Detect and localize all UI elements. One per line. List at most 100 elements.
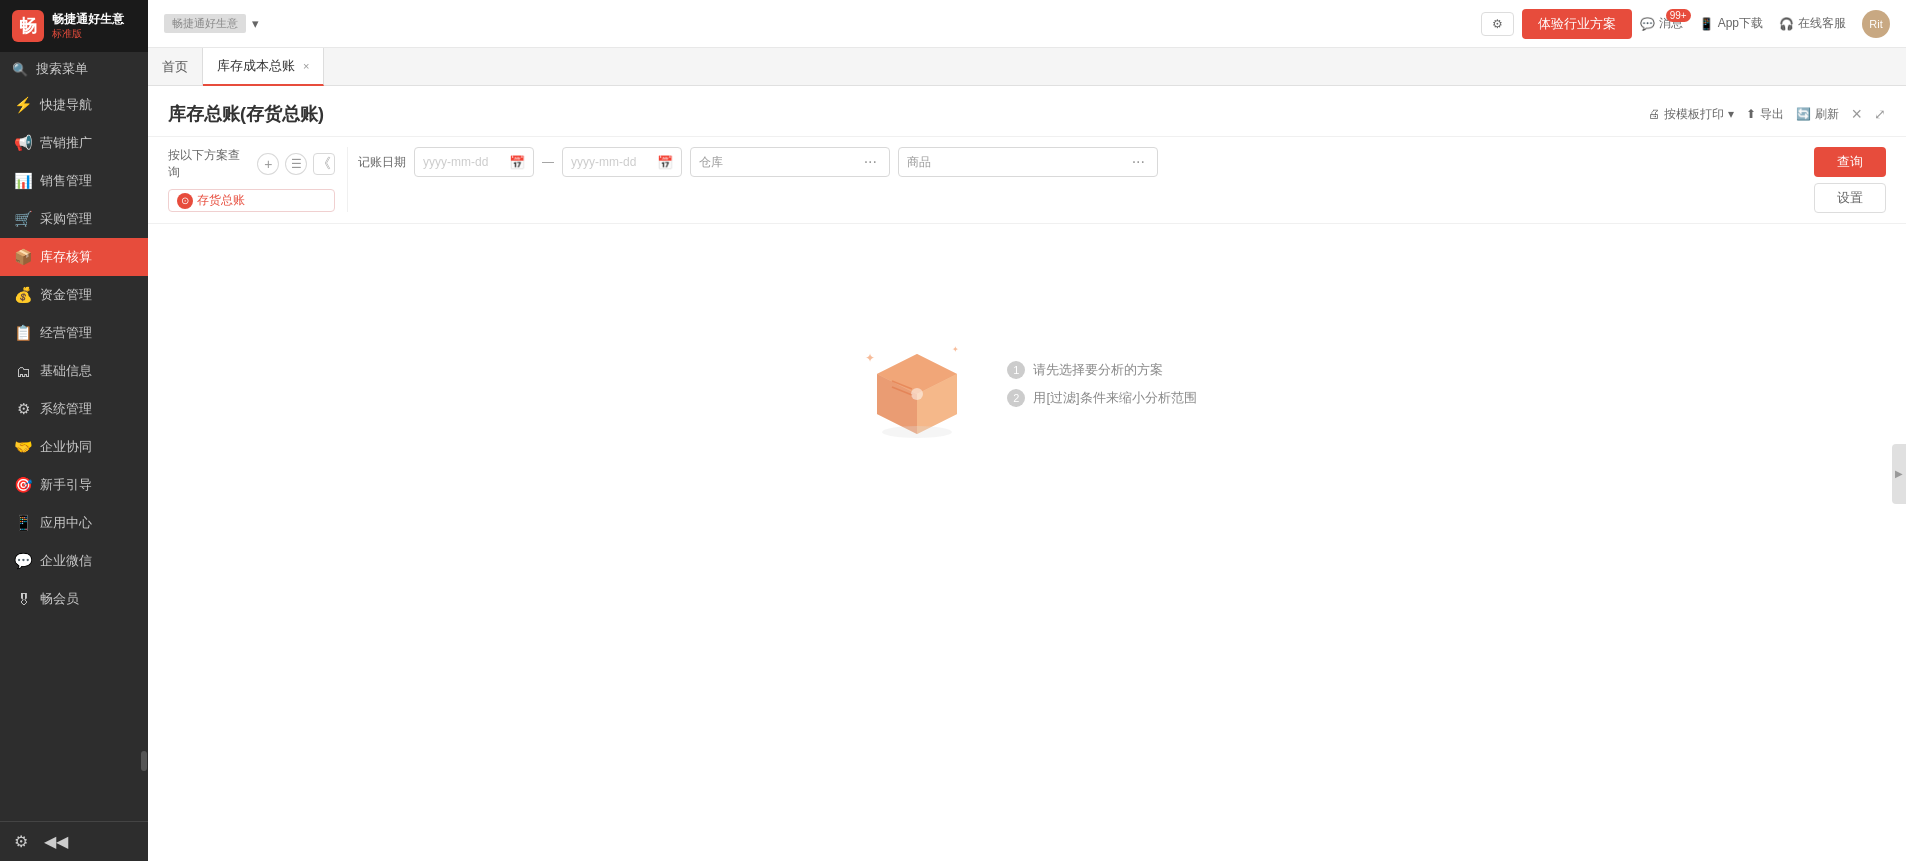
settings-btn[interactable]: 设置 [1814, 183, 1886, 213]
sidebar-settings-btn[interactable]: ⚙ [14, 832, 28, 851]
industry-btn[interactable]: 体验行业方案 [1522, 9, 1632, 39]
wechat-icon: 💬 [14, 552, 32, 570]
sidebar-item-wechat[interactable]: 💬 企业微信 [0, 542, 148, 580]
sidebar-logo: 畅 畅捷通好生意 标准版 [0, 0, 148, 52]
purchase-icon: 🛒 [14, 210, 32, 228]
sidebar-item-operations[interactable]: 📋 经营管理 [0, 314, 148, 352]
online-service-btn[interactable]: 🎧 在线客服 [1779, 15, 1846, 32]
tabs-bar: 首页 库存成本总账 × [148, 48, 1906, 86]
tab-close-btn[interactable]: × [303, 60, 309, 72]
empty-illustration: ✦ ✦ [857, 324, 977, 444]
basic-info-icon: 🗂 [14, 363, 32, 380]
goods-select[interactable]: 商品 ··· [898, 147, 1158, 177]
sales-icon: 📊 [14, 172, 32, 190]
empty-hint-2: 2 用[过滤]条件来缩小分析范围 [1007, 389, 1196, 407]
sidebar-nav: ⚡ 快捷导航 📢 营销推广 📊 销售管理 🛒 采购管理 📦 库存核算 💰 资金管… [0, 86, 148, 811]
messages-badge: 99+ [1666, 9, 1691, 22]
svg-text:✦: ✦ [865, 351, 875, 365]
sidebar-item-purchase[interactable]: 🛒 采购管理 [0, 200, 148, 238]
tab-inventory-ledger[interactable]: 库存成本总账 × [203, 48, 324, 86]
system-icon: ⚙ [14, 400, 32, 418]
sidebar-item-system[interactable]: ⚙ 系统管理 [0, 390, 148, 428]
date-end-input[interactable]: yyyy-mm-dd 📅 [562, 147, 682, 177]
query-btn[interactable]: 查询 [1814, 147, 1886, 177]
calendar-start-icon: 📅 [509, 155, 525, 170]
operations-icon: 📋 [14, 324, 32, 342]
goods-dots-btn[interactable]: ··· [1128, 153, 1149, 171]
tab-home[interactable]: 首页 [148, 48, 203, 86]
sidebar-item-membership[interactable]: 🎖 畅会员 [0, 580, 148, 618]
right-panel-toggle[interactable]: ▶ [1892, 444, 1906, 504]
sidebar-item-quick-nav[interactable]: ⚡ 快捷导航 [0, 86, 148, 124]
schema-item-inventory-ledger[interactable]: ⊙ 存货总账 [168, 189, 335, 212]
messages-btn[interactable]: 💬 消息 99+ [1640, 15, 1683, 32]
empty-hint-1: 1 请先选择要分析的方案 [1007, 361, 1196, 379]
schema-setting-btn[interactable]: ☰ [285, 153, 307, 175]
date-label: 记账日期 [358, 154, 406, 171]
schema-collapse-btn[interactable]: 《 [313, 153, 335, 175]
quick-nav-icon: ⚡ [14, 96, 32, 114]
enterprise-icon: 🤝 [14, 438, 32, 456]
chevron-down-icon: ▾ [252, 16, 259, 31]
panel-close-btn[interactable]: × [1851, 104, 1862, 125]
sidebar: 畅 畅捷通好生意 标准版 🔍 搜索菜单 ⚡ 快捷导航 📢 营销推广 📊 销售管理… [0, 0, 148, 861]
empty-hints: 1 请先选择要分析的方案 2 用[过滤]条件来缩小分析范围 [1007, 361, 1196, 407]
svg-text:✦: ✦ [952, 345, 959, 354]
page-header: 库存总账(存货总账) 🖨 按模板打印 ▾ ⬆ 导出 🔄 刷新 × [148, 86, 1906, 137]
expand-icon: ⤢ [1874, 106, 1886, 122]
empty-state: ✦ ✦ 1 请先选择要分析的方案 2 用[过滤]条件来缩小分析范围 [148, 224, 1906, 544]
print-dropdown-icon: ▾ [1728, 107, 1734, 121]
sidebar-item-marketing[interactable]: 📢 营销推广 [0, 124, 148, 162]
sidebar-item-finance[interactable]: 💰 资金管理 [0, 276, 148, 314]
app-center-icon: 📱 [14, 514, 32, 532]
schema-add-btn[interactable]: + [257, 153, 279, 175]
sidebar-item-guide[interactable]: 🎯 新手引导 [0, 466, 148, 504]
page-content: 库存总账(存货总账) 🖨 按模板打印 ▾ ⬆ 导出 🔄 刷新 × [148, 86, 1906, 861]
export-btn[interactable]: ⬆ 导出 [1746, 106, 1784, 123]
sidebar-search[interactable]: 🔍 搜索菜单 [0, 52, 148, 86]
phone-icon: 📱 [1699, 17, 1714, 31]
inventory-icon: 📦 [14, 248, 32, 266]
svg-point-4 [911, 388, 923, 400]
refresh-btn[interactable]: 🔄 刷新 [1796, 106, 1839, 123]
main-content: 畅捷通好生意 ▾ ⚙ 体验行业方案 💬 消息 99+ 📱 App下载 🎧 在线客… [148, 0, 1906, 861]
guide-icon: 🎯 [14, 476, 32, 494]
export-icon: ⬆ [1746, 107, 1756, 121]
sidebar-item-inventory[interactable]: 📦 库存核算 [0, 238, 148, 276]
date-start-input[interactable]: yyyy-mm-dd 📅 [414, 147, 534, 177]
breadcrumb-app: 畅捷通好生意 [164, 14, 246, 33]
topbar-settings-btn[interactable]: ⚙ [1481, 12, 1514, 36]
sidebar-collapse-btn[interactable]: ◀◀ [44, 832, 68, 851]
finance-icon: 💰 [14, 286, 32, 304]
schema-label: 按以下方案查询 [168, 147, 251, 181]
app-brand: 畅捷通好生意 标准版 [52, 12, 124, 41]
refresh-icon: 🔄 [1796, 107, 1811, 121]
sidebar-item-app-center[interactable]: 📱 应用中心 [0, 504, 148, 542]
warehouse-select[interactable]: 仓库 ··· [690, 147, 890, 177]
filter-actions: 查询 设置 [1814, 147, 1886, 213]
print-btn[interactable]: 🖨 按模板打印 ▾ [1648, 106, 1734, 123]
sidebar-item-enterprise[interactable]: 🤝 企业协同 [0, 428, 148, 466]
sidebar-item-basic-info[interactable]: 🗂 基础信息 [0, 352, 148, 390]
expand-btn[interactable]: ⤢ [1874, 106, 1886, 122]
user-avatar[interactable]: Rit [1862, 10, 1890, 38]
message-icon: 💬 [1640, 17, 1655, 31]
app-download-btn[interactable]: 📱 App下载 [1699, 15, 1763, 32]
svg-point-7 [882, 426, 952, 438]
close-icon: × [1851, 104, 1862, 124]
page-title: 库存总账(存货总账) [168, 102, 324, 126]
sidebar-item-sales[interactable]: 📊 销售管理 [0, 162, 148, 200]
search-icon: 🔍 [12, 62, 28, 77]
page-actions: 🖨 按模板打印 ▾ ⬆ 导出 🔄 刷新 × ⤢ [1648, 104, 1886, 125]
headset-icon: 🎧 [1779, 17, 1794, 31]
marketing-icon: 📢 [14, 134, 32, 152]
settings-icon: ⚙ [1492, 17, 1503, 31]
topbar-breadcrumb: 畅捷通好生意 ▾ [164, 14, 1473, 33]
calendar-end-icon: 📅 [657, 155, 673, 170]
print-icon: 🖨 [1648, 107, 1660, 121]
topbar-right: 💬 消息 99+ 📱 App下载 🎧 在线客服 Rit [1640, 10, 1890, 38]
sidebar-footer: ⚙ ◀◀ [0, 821, 148, 861]
app-logo-icon: 畅 [12, 10, 44, 42]
warehouse-dots-btn[interactable]: ··· [860, 153, 881, 171]
schema-header: 按以下方案查询 + ☰ 《 [168, 147, 335, 181]
